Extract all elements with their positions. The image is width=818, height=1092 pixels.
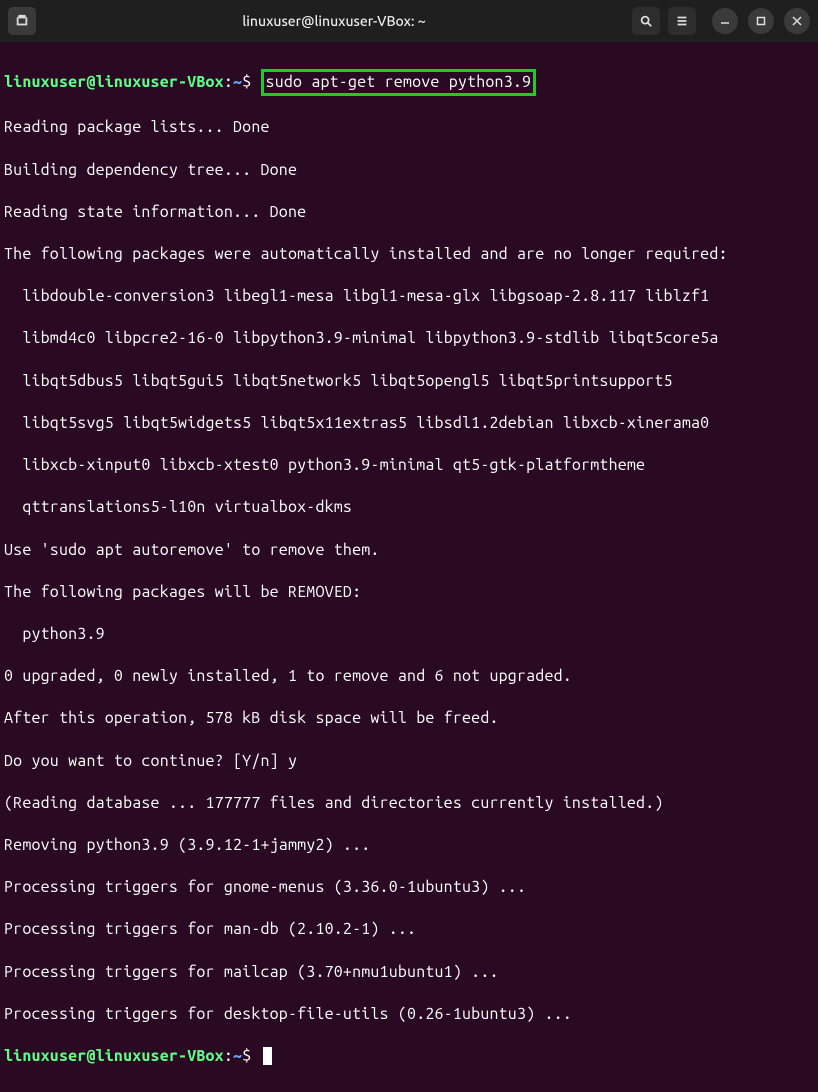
output-line: Do you want to continue? [Y/n] y — [4, 751, 814, 772]
prompt-line-2: linuxuser@linuxuser-VBox:~$ — [4, 1046, 814, 1067]
prompt-path: ~ — [233, 73, 242, 91]
output-line: After this operation, 578 kB disk space … — [4, 708, 814, 729]
maximize-button[interactable] — [748, 8, 774, 34]
output-line: (Reading database ... 177777 files and d… — [4, 793, 814, 814]
output-line: libxcb-xinput0 libxcb-xtest0 python3.9-m… — [4, 455, 814, 476]
output-line: python3.9 — [4, 624, 814, 645]
output-line: libqt5svg5 libqt5widgets5 libqt5x11extra… — [4, 413, 814, 434]
window-controls — [712, 8, 810, 34]
output-line: qttranslations5-l10n virtualbox-dkms — [4, 497, 814, 518]
prompt-path: ~ — [233, 1047, 242, 1065]
output-line: libdouble-conversion3 libegl1-mesa libgl… — [4, 286, 814, 307]
output-line: 0 upgraded, 0 newly installed, 1 to remo… — [4, 666, 814, 687]
command-highlight: sudo apt-get remove python3.9 — [261, 69, 537, 96]
minimize-button[interactable] — [712, 8, 738, 34]
output-line: Removing python3.9 (3.9.12-1+jammy2) ... — [4, 835, 814, 856]
close-button[interactable] — [784, 8, 810, 34]
terminal-area[interactable]: linuxuser@linuxuser-VBox:~$ sudo apt-get… — [0, 42, 818, 1092]
prompt-line-1: linuxuser@linuxuser-VBox:~$ sudo apt-get… — [4, 69, 814, 96]
output-line: The following packages were automaticall… — [4, 244, 814, 265]
cursor — [263, 1047, 272, 1065]
output-line: The following packages will be REMOVED: — [4, 582, 814, 603]
window-title: linuxuser@linuxuser-VBox: ~ — [44, 13, 624, 29]
output-line: Processing triggers for man-db (2.10.2-1… — [4, 919, 814, 940]
output-line: Reading package lists... Done — [4, 117, 814, 138]
output-line: Processing triggers for mailcap (3.70+nm… — [4, 962, 814, 983]
prompt-user: linuxuser@linuxuser-VBox — [4, 73, 224, 91]
output-line: libmd4c0 libpcre2-16-0 libpython3.9-mini… — [4, 328, 814, 349]
prompt-user: linuxuser@linuxuser-VBox — [4, 1047, 224, 1065]
new-tab-button[interactable] — [8, 7, 36, 35]
menu-button[interactable] — [668, 7, 696, 35]
output-line: Reading state information... Done — [4, 202, 814, 223]
output-line: Building dependency tree... Done — [4, 160, 814, 181]
titlebar: linuxuser@linuxuser-VBox: ~ — [0, 0, 818, 42]
output-line: libqt5dbus5 libqt5gui5 libqt5network5 li… — [4, 371, 814, 392]
search-button[interactable] — [632, 7, 660, 35]
output-line: Processing triggers for desktop-file-uti… — [4, 1004, 814, 1025]
output-line: Processing triggers for gnome-menus (3.3… — [4, 877, 814, 898]
output-line: Use 'sudo apt autoremove' to remove them… — [4, 540, 814, 561]
